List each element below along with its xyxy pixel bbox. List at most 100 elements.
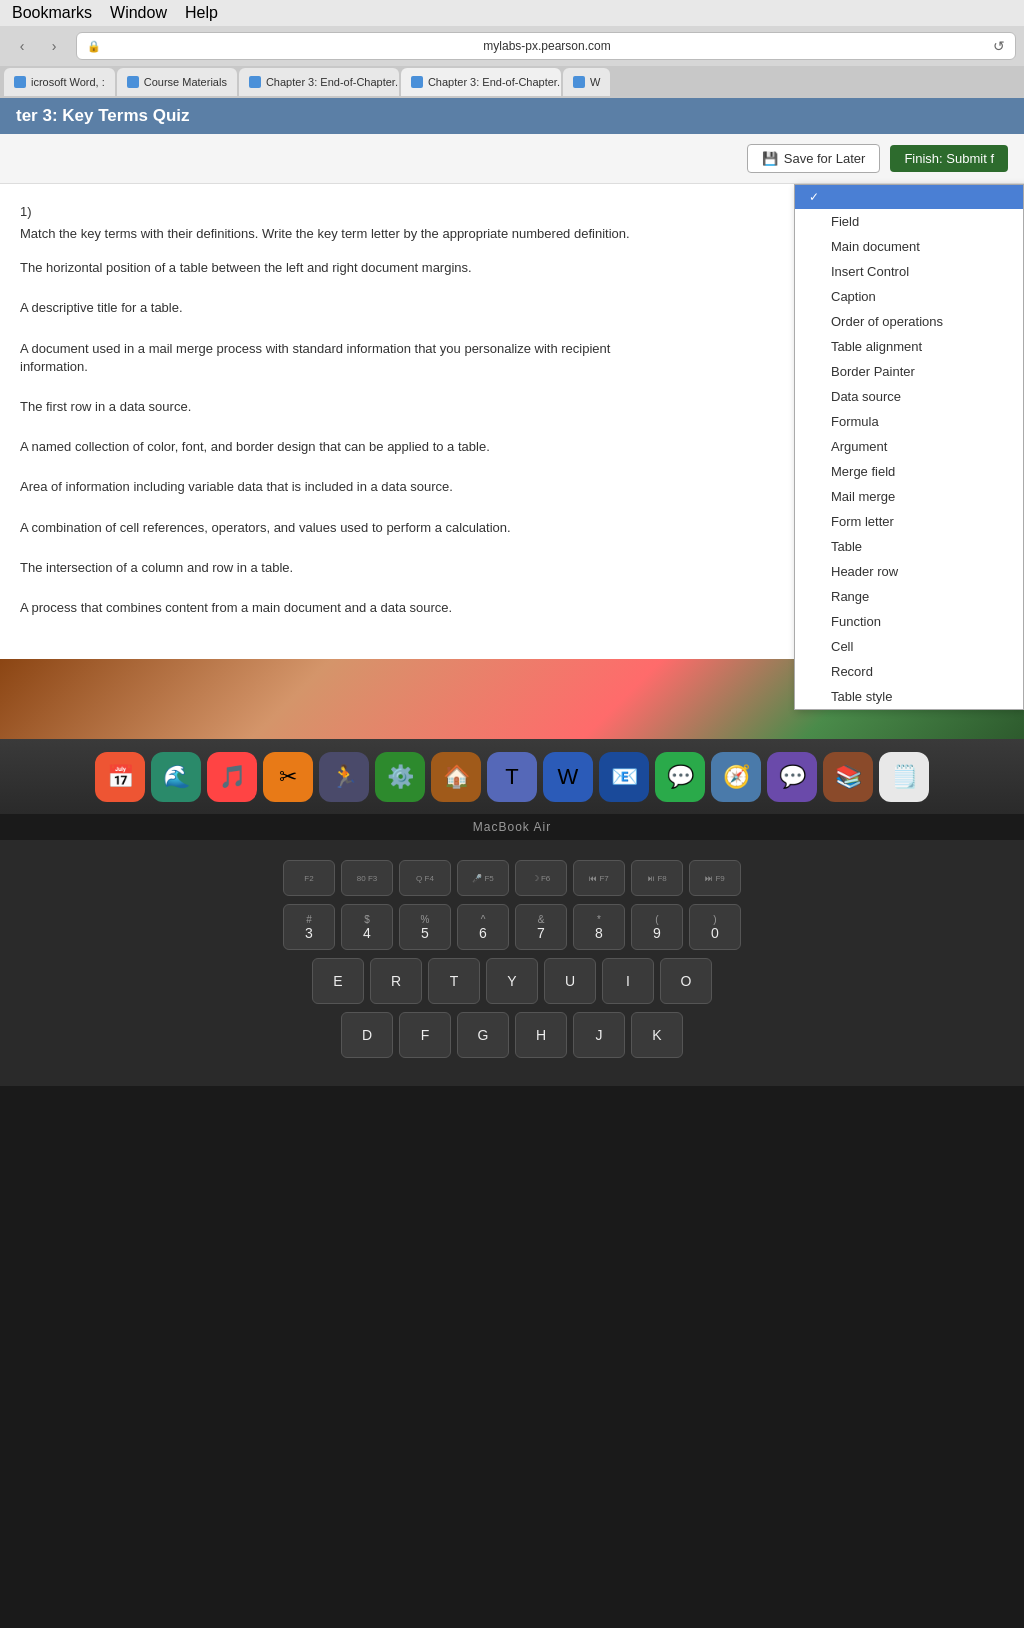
dock: 📅 🌊 🎵 ✂ 🏃 ⚙️ 🏠 T W 📧 💬 🧭 💬 📚 🗒️	[0, 739, 1024, 814]
nav-buttons: ‹ ›	[8, 32, 68, 60]
key-j[interactable]: J	[573, 1012, 625, 1058]
dock-icon-apps[interactable]: 🏃	[319, 752, 369, 802]
menu-window[interactable]: Window	[110, 4, 167, 22]
key-i[interactable]: I	[602, 958, 654, 1004]
dropdown-item-function[interactable]: Function	[795, 609, 1023, 634]
dock-icon-messenger[interactable]: 💬	[767, 752, 817, 802]
key-y[interactable]: Y	[486, 958, 538, 1004]
dock-icon-whatsapp[interactable]: 💬	[655, 752, 705, 802]
dock-icon-outlook[interactable]: 📧	[599, 752, 649, 802]
tab-chapter3-2[interactable]: Chapter 3: End-of-Chapter...	[401, 68, 561, 96]
dock-icon-word[interactable]: W	[543, 752, 593, 802]
definition-8: The intersection of a column and row in …	[20, 559, 640, 577]
dropdown-item-table-style[interactable]: Table style	[795, 684, 1023, 709]
dropdown-item-form-letter[interactable]: Form letter	[795, 509, 1023, 534]
dropdown-item-record[interactable]: Record	[795, 659, 1023, 684]
dock-icon-music[interactable]: 🎵	[207, 752, 257, 802]
reload-button[interactable]: ↺	[993, 38, 1005, 54]
key-9[interactable]: (9	[631, 904, 683, 950]
dropdown-item-main-document[interactable]: Main document	[795, 234, 1023, 259]
key-0[interactable]: )0	[689, 904, 741, 950]
address-bar[interactable]: 🔒 mylabs-px.pearson.com ↺	[76, 32, 1016, 60]
key-6[interactable]: ^6	[457, 904, 509, 950]
key-o[interactable]: O	[660, 958, 712, 1004]
key-5[interactable]: %5	[399, 904, 451, 950]
key-k[interactable]: K	[631, 1012, 683, 1058]
tab-icon-chapter3-1	[249, 76, 261, 88]
dropdown-item-table-alignment[interactable]: Table alignment	[795, 334, 1023, 359]
key-7[interactable]: &7	[515, 904, 567, 950]
key-f7[interactable]: ⏮ F7	[573, 860, 625, 896]
key-f3[interactable]: 80 F3	[341, 860, 393, 896]
key-t[interactable]: T	[428, 958, 480, 1004]
definition-5: A named collection of color, font, and b…	[20, 438, 640, 456]
dropdown-item-blank[interactable]: ✓	[795, 185, 1023, 209]
key-u[interactable]: U	[544, 958, 596, 1004]
key-4[interactable]: $4	[341, 904, 393, 950]
tab-microsoft-word[interactable]: icrosoft Word, :	[4, 68, 115, 96]
key-f[interactable]: F	[399, 1012, 451, 1058]
key-f9[interactable]: ⏭ F9	[689, 860, 741, 896]
dropdown-item-mail-merge[interactable]: Mail merge	[795, 484, 1023, 509]
dropdown-item-data-source[interactable]: Data source	[795, 384, 1023, 409]
dropdown-item-header-row[interactable]: Header row	[795, 559, 1023, 584]
definition-1: The horizontal position of a table betwe…	[20, 259, 640, 277]
question-number: 1)	[20, 204, 32, 219]
dropdown-item-field[interactable]: Field	[795, 209, 1023, 234]
main-content: 💾 Save for Later Finish: Submit f 1) (20…	[0, 134, 1024, 659]
tab-bar: icrosoft Word, : Course Materials Chapte…	[0, 66, 1024, 98]
forward-button[interactable]: ›	[40, 32, 68, 60]
tab-course-materials[interactable]: Course Materials	[117, 68, 237, 96]
dropdown-item-merge-field[interactable]: Merge field	[795, 459, 1023, 484]
key-g[interactable]: G	[457, 1012, 509, 1058]
check-icon: ✓	[809, 190, 823, 204]
dropdown-item-cell[interactable]: Cell	[795, 634, 1023, 659]
key-3[interactable]: #3	[283, 904, 335, 950]
definition-3: A document used in a mail merge process …	[20, 340, 640, 376]
dropdown-item-insert-control[interactable]: Insert Control	[795, 259, 1023, 284]
menu-bookmarks[interactable]: Bookmarks	[12, 4, 92, 22]
definition-4: The first row in a data source.	[20, 398, 640, 416]
dock-icon-finder[interactable]: 🌊	[151, 752, 201, 802]
key-f8[interactable]: ⏯ F8	[631, 860, 683, 896]
key-r[interactable]: R	[370, 958, 422, 1004]
dropdown-item-table[interactable]: Table	[795, 534, 1023, 559]
key-d[interactable]: D	[341, 1012, 393, 1058]
key-f4[interactable]: Q F4	[399, 860, 451, 896]
tab-icon-w	[573, 76, 585, 88]
definition-2: A descriptive title for a table.	[20, 299, 640, 317]
dock-icon-home[interactable]: 🏠	[431, 752, 481, 802]
tab-chapter3-1[interactable]: Chapter 3: End-of-Chapter...	[239, 68, 399, 96]
question-instruction: Match the key terms with their definitio…	[20, 225, 690, 243]
finish-submit-button[interactable]: Finish: Submit f	[890, 145, 1008, 172]
dock-icon-books[interactable]: 📚	[823, 752, 873, 802]
dropdown-item-formula[interactable]: Formula	[795, 409, 1023, 434]
url-text: mylabs-px.pearson.com	[107, 39, 987, 53]
key-8[interactable]: *8	[573, 904, 625, 950]
key-h[interactable]: H	[515, 1012, 567, 1058]
key-f6[interactable]: ☽ F6	[515, 860, 567, 896]
key-f2[interactable]: F2	[283, 860, 335, 896]
dock-icon-calendar[interactable]: 📅	[95, 752, 145, 802]
dock-icon-pages[interactable]: ✂	[263, 752, 313, 802]
key-e[interactable]: E	[312, 958, 364, 1004]
dock-icon-teams[interactable]: T	[487, 752, 537, 802]
dock-icon-notes[interactable]: 🗒️	[879, 752, 929, 802]
back-button[interactable]: ‹	[8, 32, 36, 60]
number-key-row: #3 $4 %5 ^6 &7 *8 (9 )0	[30, 904, 994, 950]
dock-icon-system-prefs[interactable]: ⚙️	[375, 752, 425, 802]
page-title: ter 3: Key Terms Quiz	[16, 106, 190, 125]
tab-icon-course-materials	[127, 76, 139, 88]
dropdown-item-caption[interactable]: Caption	[795, 284, 1023, 309]
dropdown-item-order-of-operations[interactable]: Order of operations	[795, 309, 1023, 334]
save-later-button[interactable]: 💾 Save for Later	[747, 144, 881, 173]
key-f5[interactable]: 🎤 F5	[457, 860, 509, 896]
macbook-label: MacBook Air	[0, 814, 1024, 840]
tab-w[interactable]: W	[563, 68, 610, 96]
dropdown-item-range[interactable]: Range	[795, 584, 1023, 609]
dropdown-item-border-painter[interactable]: Border Painter	[795, 359, 1023, 384]
menu-help[interactable]: Help	[185, 4, 218, 22]
dock-icon-safari[interactable]: 🧭	[711, 752, 761, 802]
dropdown-item-argument[interactable]: Argument	[795, 434, 1023, 459]
answer-dropdown[interactable]: ✓ Field Main document Insert Control Cap…	[794, 184, 1024, 710]
